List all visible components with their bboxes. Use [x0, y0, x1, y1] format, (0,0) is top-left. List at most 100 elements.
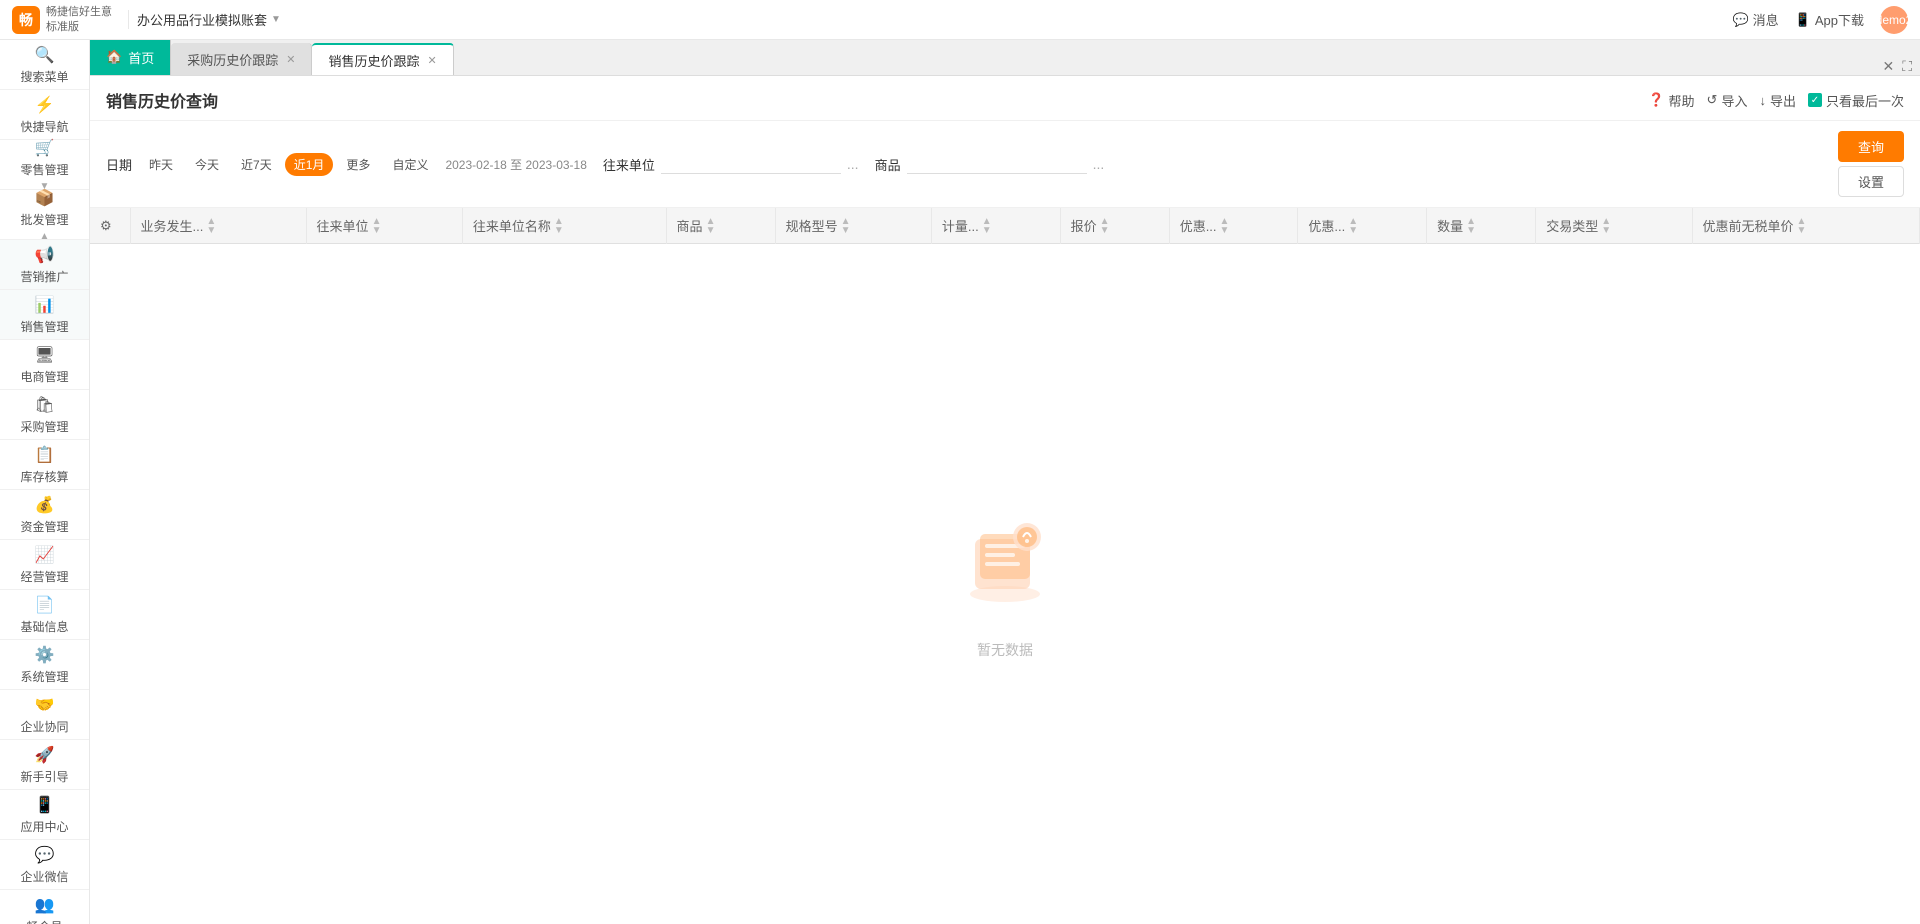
- col-qty[interactable]: 数量 ▲▼: [1427, 208, 1536, 244]
- sidebar-item-label: 基础信息: [20, 618, 68, 635]
- col-spec[interactable]: 规格型号 ▲▼: [775, 208, 931, 244]
- page-content: 销售历史价查询 ❓ 帮助 ↺ 导入 ↓ 导出 ✓: [90, 76, 1920, 924]
- date-btn-more[interactable]: 更多: [337, 153, 379, 176]
- wholesale-icon: 📦: [35, 188, 55, 208]
- sidebar-item-app-center[interactable]: 📱 应用中心: [0, 790, 89, 840]
- sidebar: 🔍 搜索菜单 ⚡ 快捷导航 🛒 零售管理 ▼ 📦 批发管理 ▲ 📢 营销推广 📊…: [0, 40, 90, 924]
- content-area: 🏠 首页 采购历史价跟踪 ✕ 销售历史价跟踪 ✕ ✕ ⛶ 销售历史价查询: [90, 40, 1920, 924]
- sidebar-item-search[interactable]: 🔍 搜索菜单: [0, 40, 89, 90]
- sidebar-item-label: 资金管理: [20, 518, 68, 535]
- gear-icon: ⚙: [100, 218, 112, 233]
- partner-input[interactable]: [661, 154, 841, 174]
- purchase-icon: 🛍: [34, 395, 54, 415]
- sidebar-item-quick-nav[interactable]: ⚡ 快捷导航: [0, 90, 89, 140]
- page-header-actions: ❓ 帮助 ↺ 导入 ↓ 导出 ✓ 只看最后一次: [1648, 91, 1904, 110]
- sidebar-item-system[interactable]: ⚙️ 系统管理: [0, 640, 89, 690]
- app-download-btn[interactable]: 📱 App下载: [1795, 10, 1864, 29]
- sidebar-item-finance[interactable]: 💰 资金管理: [0, 490, 89, 540]
- tab-close-all-btn[interactable]: ✕: [1882, 58, 1894, 75]
- new-guide-icon: 🚀: [35, 745, 55, 765]
- query-button[interactable]: 查询: [1838, 131, 1904, 162]
- tab-close-sales-btn[interactable]: ✕: [427, 54, 436, 67]
- finance-icon: 💰: [35, 495, 55, 515]
- sidebar-item-basic-info[interactable]: 📄 基础信息: [0, 590, 89, 640]
- sidebar-item-inventory[interactable]: 📋 库存核算: [0, 440, 89, 490]
- goods-label: 商品: [875, 155, 901, 174]
- sidebar-item-label: 零售管理: [20, 161, 68, 178]
- col-unit[interactable]: 计量... ▲▼: [931, 208, 1060, 244]
- col-discount1[interactable]: 优惠... ▲▼: [1169, 208, 1298, 244]
- sidebar-item-ecommerce[interactable]: 🖥 电商管理: [0, 340, 89, 390]
- tab-close-purchase-btn[interactable]: ✕: [286, 53, 295, 66]
- sidebar-item-business[interactable]: 📈 经营管理: [0, 540, 89, 590]
- tab-purchase-history[interactable]: 采购历史价跟踪 ✕: [171, 43, 312, 75]
- sidebar-item-member[interactable]: 👥 畅会员: [0, 890, 89, 924]
- date-filter-label: 日期: [106, 155, 132, 174]
- export-btn[interactable]: ↓ 导出: [1759, 91, 1796, 110]
- tab-sales-history[interactable]: 销售历史价跟踪 ✕: [312, 43, 453, 75]
- sidebar-item-enterprise[interactable]: 🤝 企业协同: [0, 690, 89, 740]
- date-range-text: 2023-02-18 至 2023-03-18: [445, 156, 586, 173]
- tab-actions: ✕ ⛶: [1882, 58, 1920, 75]
- col-partner-code[interactable]: 往来单位 ▲▼: [306, 208, 462, 244]
- filter-bar: 日期 昨天 今天 近7天 近1月 更多 自定义 2023-02-18 至 202…: [90, 121, 1920, 208]
- basic-info-icon: 📄: [35, 595, 55, 615]
- col-quote[interactable]: 报价 ▲▼: [1060, 208, 1169, 244]
- col-biz-date[interactable]: 业务发生... ▲▼: [130, 208, 306, 244]
- date-btn-today[interactable]: 今天: [186, 153, 228, 176]
- page-header: 销售历史价查询 ❓ 帮助 ↺ 导入 ↓ 导出 ✓: [90, 76, 1920, 121]
- sidebar-item-retail[interactable]: 🛒 零售管理 ▼: [0, 140, 89, 190]
- sidebar-item-label: 企业微信: [20, 868, 68, 885]
- help-btn[interactable]: ❓ 帮助: [1648, 91, 1694, 110]
- col-discount2[interactable]: 优惠... ▲▼: [1298, 208, 1427, 244]
- sidebar-item-enterprise-wechat[interactable]: 💬 企业微信: [0, 840, 89, 890]
- date-btn-7days[interactable]: 近7天: [232, 153, 281, 176]
- only-last-checkbox[interactable]: ✓: [1808, 93, 1822, 107]
- goods-input[interactable]: [907, 154, 1087, 174]
- sidebar-item-label: 库存核算: [20, 468, 68, 485]
- ecommerce-icon: 🖥: [34, 345, 54, 365]
- tab-maximize-btn[interactable]: ⛶: [1902, 58, 1912, 75]
- search-icon: 🔍: [35, 45, 55, 65]
- marketing-icon: 📢: [35, 245, 55, 265]
- sidebar-item-label: 销售管理: [20, 318, 68, 335]
- date-btn-1month[interactable]: 近1月: [285, 153, 334, 176]
- main-layout: 🔍 搜索菜单 ⚡ 快捷导航 🛒 零售管理 ▼ 📦 批发管理 ▲ 📢 营销推广 📊…: [0, 40, 1920, 924]
- date-quick-buttons: 昨天 今天 近7天 近1月 更多 自定义: [140, 153, 437, 176]
- goods-dots[interactable]: ...: [1093, 156, 1105, 172]
- tab-bar: 🏠 首页 采购历史价跟踪 ✕ 销售历史价跟踪 ✕ ✕ ⛶: [90, 40, 1920, 76]
- top-bar-left: 畅 畅捷信好生意 标准版 办公用品行业模拟账套 ▼: [12, 5, 289, 34]
- tab-home[interactable]: 🏠 首页: [90, 40, 171, 75]
- only-last-checkbox-area[interactable]: ✓ 只看最后一次: [1808, 91, 1904, 110]
- sidebar-item-wholesale[interactable]: 📦 批发管理 ▲: [0, 190, 89, 240]
- sort-icon: ▲▼: [206, 217, 216, 235]
- user-avatar-btn[interactable]: demo2: [1880, 6, 1908, 34]
- date-btn-custom[interactable]: 自定义: [383, 153, 437, 176]
- empty-text: 暂无数据: [977, 640, 1033, 660]
- inventory-icon: 📋: [35, 445, 55, 465]
- sidebar-item-purchase[interactable]: 🛍 采购管理: [0, 390, 89, 440]
- col-pre-tax-price[interactable]: 优惠前无税单价 ▲▼: [1692, 208, 1919, 244]
- sidebar-item-label: 新手引导: [20, 768, 68, 785]
- export-icon: ↓: [1759, 93, 1766, 108]
- col-gear[interactable]: ⚙: [90, 208, 130, 244]
- sidebar-item-sales-mgmt[interactable]: 📊 销售管理: [0, 290, 89, 340]
- logo-area[interactable]: 畅 畅捷信好生意 标准版: [12, 5, 112, 34]
- message-btn[interactable]: 💬 消息: [1732, 10, 1778, 29]
- retail-icon: 🛒: [35, 138, 55, 158]
- app-selector[interactable]: 办公用品行业模拟账套 ▼: [128, 10, 289, 29]
- sidebar-item-label: 采购管理: [20, 418, 68, 435]
- sidebar-item-marketing[interactable]: 📢 营销推广: [0, 240, 89, 290]
- partner-dots[interactable]: ...: [847, 156, 859, 172]
- settings-button[interactable]: 设置: [1838, 166, 1904, 197]
- enterprise-icon: 🤝: [35, 695, 55, 715]
- col-goods[interactable]: 商品 ▲▼: [666, 208, 775, 244]
- col-partner-name[interactable]: 往来单位名称 ▲▼: [462, 208, 666, 244]
- import-btn[interactable]: ↺ 导入: [1707, 91, 1748, 110]
- col-trade-type[interactable]: 交易类型 ▲▼: [1536, 208, 1692, 244]
- sidebar-item-new-guide[interactable]: 🚀 新手引导: [0, 740, 89, 790]
- date-btn-yesterday[interactable]: 昨天: [140, 153, 182, 176]
- sort-icon: ▲▼: [1466, 217, 1476, 235]
- import-icon: ↺: [1707, 92, 1718, 108]
- app-center-icon: 📱: [35, 795, 55, 815]
